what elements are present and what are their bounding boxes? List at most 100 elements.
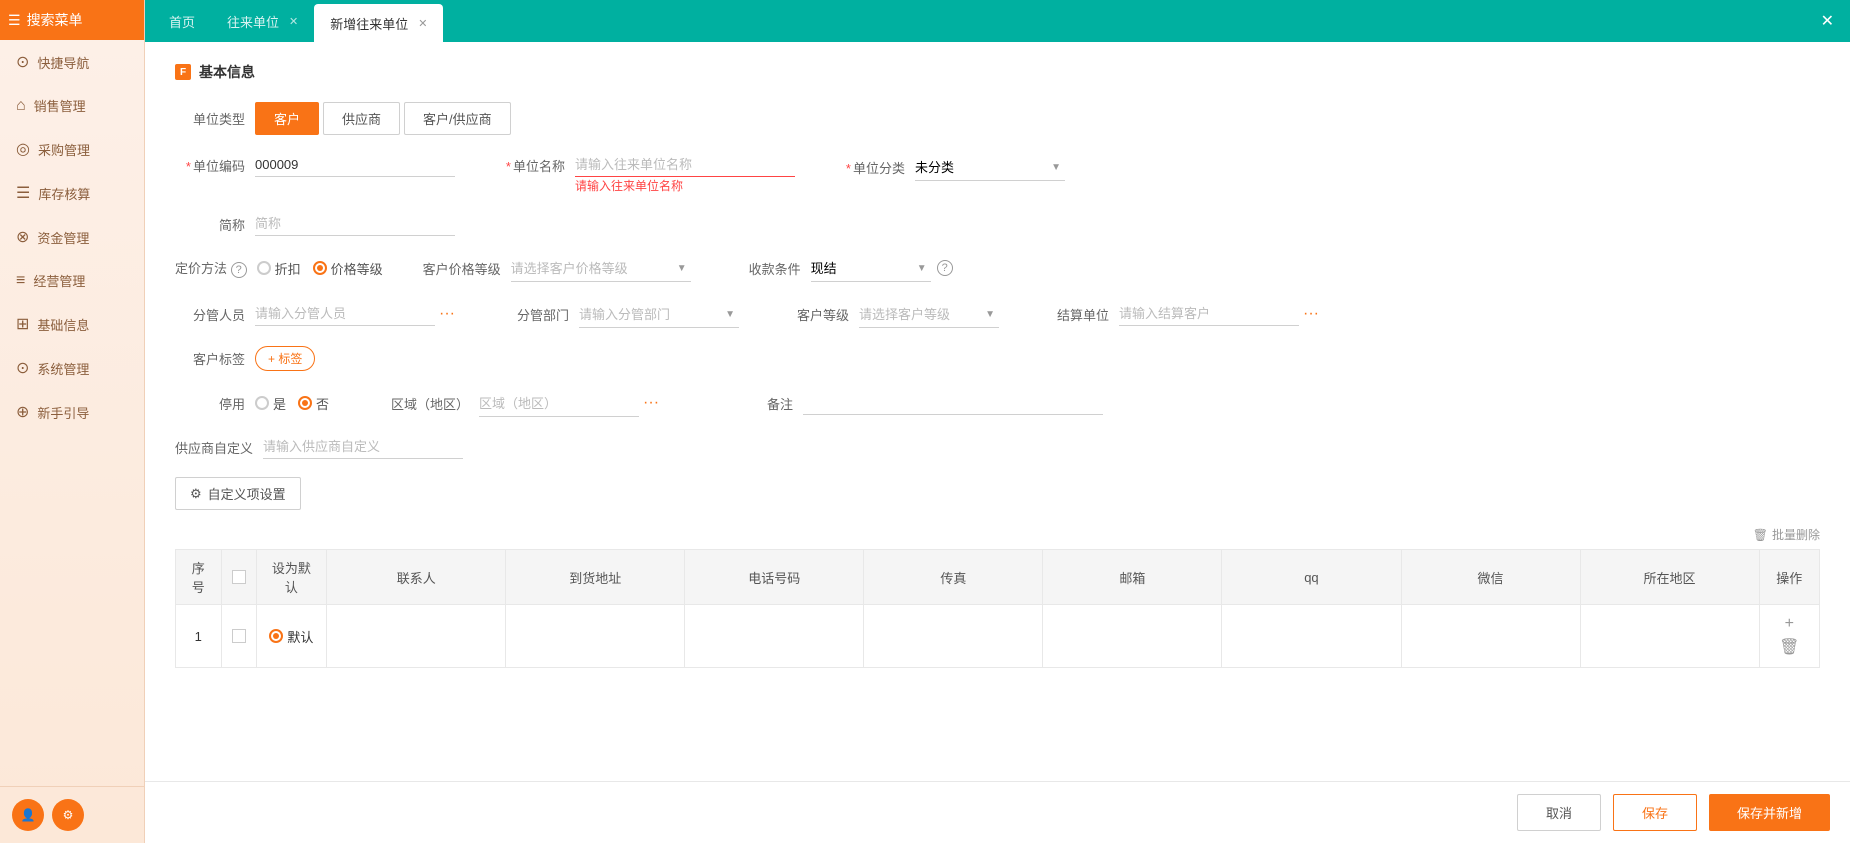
abbr-row: 简称 xyxy=(175,212,1820,236)
radio-yes[interactable]: 是 xyxy=(255,394,286,413)
help-icon2[interactable]: ? xyxy=(937,260,953,276)
cell-default: 默认 xyxy=(256,605,327,668)
tab-partners-close[interactable]: ✕ xyxy=(289,15,298,28)
department-wrap[interactable]: 请输入分管部门 ▼ xyxy=(579,300,739,328)
save-new-button[interactable]: 保存并新增 xyxy=(1709,794,1830,831)
customer-price-level-label: 客户价格等级 xyxy=(423,259,511,278)
region-more-btn[interactable]: ··· xyxy=(639,394,663,412)
checkbox-all[interactable] xyxy=(232,570,246,584)
sidebar-item-label: 经营管理 xyxy=(33,271,85,290)
custom-settings-btn[interactable]: ⚙ 自定义项设置 xyxy=(175,477,301,510)
table-header-row: 序号 设为默认 联系人 到货地址 电话号码 传真 邮箱 qq 微信 所在地区 操… xyxy=(176,550,1820,605)
abbr-input[interactable] xyxy=(255,212,455,236)
sidebar-item-newbie[interactable]: ⊕ 新手引导 xyxy=(0,390,144,434)
search-icon: ☰ xyxy=(8,12,21,29)
email-input[interactable] xyxy=(1053,629,1211,644)
tab-new-partner-close[interactable]: ✕ xyxy=(418,17,427,30)
sidebar: ☰ 搜索菜单 ⊙ 快捷导航 ⌂ 销售管理 ◎ 采购管理 ☰ 库存核算 ⊗ 资金管… xyxy=(0,0,145,843)
cell-phone[interactable] xyxy=(685,605,864,668)
code-name-category-row: *单位编码 *单位名称 请输入往来单位名称 *单位分类 xyxy=(175,153,1820,194)
radio-no[interactable]: 否 xyxy=(298,394,329,413)
settlement-unit-input[interactable] xyxy=(1119,302,1299,326)
sidebar-item-operations[interactable]: ≡ 经营管理 xyxy=(0,259,144,302)
help-icon[interactable]: ? xyxy=(231,262,247,278)
cell-qq[interactable] xyxy=(1222,605,1401,668)
cell-contact[interactable] xyxy=(327,605,506,668)
manager-more-btn[interactable]: ··· xyxy=(435,305,459,323)
cell-wechat[interactable] xyxy=(1401,605,1580,668)
contact-table: 序号 设为默认 联系人 到货地址 电话号码 传真 邮箱 qq 微信 所在地区 操… xyxy=(175,549,1820,668)
sidebar-item-label: 采购管理 xyxy=(38,140,90,159)
customer-price-level-wrap[interactable]: 请选择客户价格等级 ▼ xyxy=(511,254,691,282)
department-placeholder: 请输入分管部门 xyxy=(579,300,739,328)
tab-new-partner[interactable]: 新增往来单位 ✕ xyxy=(314,4,443,42)
qq-input[interactable] xyxy=(1232,629,1390,644)
tab-home[interactable]: 首页 xyxy=(153,0,211,42)
contact-input[interactable] xyxy=(337,629,495,644)
inventory-icon: ☰ xyxy=(16,183,30,203)
sidebar-item-sales[interactable]: ⌂ 销售管理 xyxy=(0,84,144,127)
unit-code-input[interactable] xyxy=(255,153,455,177)
unit-type-customer[interactable]: 客户 xyxy=(255,102,319,135)
manager-row: 分管人员 ··· 分管部门 请输入分管部门 ▼ 客户等级 请选择客户等级 ▼ 结… xyxy=(175,300,1820,328)
unit-type-both[interactable]: 客户/供应商 xyxy=(404,102,511,135)
settlement-unit-group: 结算单位 ··· xyxy=(1039,302,1323,326)
sidebar-item-purchase[interactable]: ◎ 采购管理 xyxy=(0,127,144,171)
sidebar-item-system[interactable]: ⊙ 系统管理 xyxy=(0,346,144,390)
row-checkbox[interactable] xyxy=(232,629,246,643)
row-add-btn[interactable]: + xyxy=(1783,613,1796,635)
address-input[interactable] xyxy=(516,629,674,644)
payment-terms-wrap[interactable]: 现结 ▼ xyxy=(811,254,931,282)
region-group: 区域（地区） 区域（地区） ··· xyxy=(389,389,663,417)
cell-checkbox[interactable] xyxy=(221,605,256,668)
unit-type-supplier[interactable]: 供应商 xyxy=(323,102,400,135)
radio-price-level-circle xyxy=(313,261,327,275)
col-email: 邮箱 xyxy=(1043,550,1222,605)
sidebar-settings-btn[interactable]: ⚙ xyxy=(52,799,84,831)
system-icon: ⊙ xyxy=(16,358,29,378)
default-radio[interactable] xyxy=(269,629,283,643)
cell-email[interactable] xyxy=(1043,605,1222,668)
unit-category-value: 未分类 xyxy=(915,153,1065,181)
fax-input[interactable] xyxy=(874,629,1032,644)
tabbar-close-btn[interactable]: ✕ xyxy=(1813,7,1842,35)
finance-icon: ⊗ xyxy=(16,227,29,247)
sidebar-user-btn[interactable]: 👤 xyxy=(12,799,44,831)
sidebar-search[interactable]: ☰ 搜索菜单 xyxy=(0,0,144,40)
remark-group: 备注 xyxy=(723,391,1103,415)
batch-delete-area: 🗑 批量删除 xyxy=(175,526,1820,543)
sidebar-item-basic-info[interactable]: ⊞ 基础信息 xyxy=(0,302,144,346)
operations-icon: ≡ xyxy=(16,272,25,290)
abbr-label: 简称 xyxy=(175,215,255,234)
cancel-button[interactable]: 取消 xyxy=(1517,794,1601,831)
tab-partners[interactable]: 往来单位 ✕ xyxy=(211,0,314,42)
unit-name-input[interactable] xyxy=(575,153,795,177)
region-input[interactable] xyxy=(1591,629,1749,644)
settlement-more-btn[interactable]: ··· xyxy=(1299,305,1323,323)
add-tag-btn[interactable]: + 标签 xyxy=(255,346,315,371)
sidebar-item-quick-nav[interactable]: ⊙ 快捷导航 xyxy=(0,40,144,84)
cell-fax[interactable] xyxy=(864,605,1043,668)
radio-discount[interactable]: 折扣 xyxy=(257,259,301,278)
unit-name-label: *单位名称 xyxy=(495,156,575,175)
radio-price-level[interactable]: 价格等级 xyxy=(313,259,383,278)
row-delete-btn[interactable]: 🗑 xyxy=(1777,635,1801,659)
batch-delete-label[interactable]: 批量删除 xyxy=(1772,526,1820,543)
sidebar-item-label: 系统管理 xyxy=(37,359,89,378)
wechat-input[interactable] xyxy=(1412,629,1570,644)
cell-address[interactable] xyxy=(506,605,685,668)
phone-input[interactable] xyxy=(695,629,853,644)
cell-region[interactable] xyxy=(1580,605,1759,668)
customer-level-placeholder: 请选择客户等级 xyxy=(859,300,999,328)
supplier-custom-input[interactable] xyxy=(263,435,463,459)
customer-price-level-group: 客户价格等级 请选择客户价格等级 ▼ xyxy=(423,254,691,282)
footer: 取消 保存 保存并新增 xyxy=(145,781,1850,843)
save-button[interactable]: 保存 xyxy=(1613,794,1697,831)
remark-input[interactable] xyxy=(803,391,1103,415)
gear-icon: ⚙ xyxy=(190,486,202,502)
sidebar-item-finance[interactable]: ⊗ 资金管理 xyxy=(0,215,144,259)
customer-level-wrap[interactable]: 请选择客户等级 ▼ xyxy=(859,300,999,328)
col-checkbox-all[interactable] xyxy=(221,550,256,605)
manager-input[interactable] xyxy=(255,302,435,326)
sidebar-item-inventory[interactable]: ☰ 库存核算 xyxy=(0,171,144,215)
